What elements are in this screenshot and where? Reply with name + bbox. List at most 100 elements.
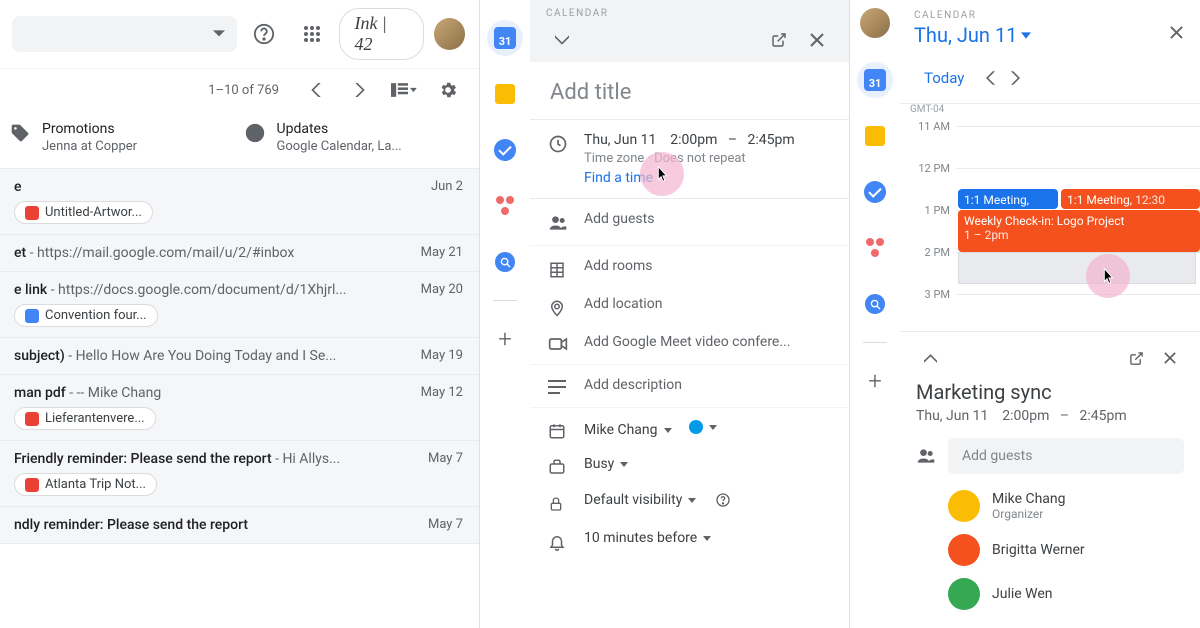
hour-label: 3 PM [910,288,950,301]
meet-row[interactable]: Add Google Meet video confere... [530,322,849,365]
prev-day-icon[interactable] [982,67,999,89]
collapse-icon[interactable] [546,24,578,56]
split-pane-icon[interactable] [391,77,417,103]
close-icon[interactable] [1162,18,1190,46]
email-preview: - https://docs.google.com/document/d/1Xh… [47,282,346,298]
chip-text: Atlanta Trip Not... [45,477,146,492]
guest-search-input[interactable]: Add guests [948,438,1184,474]
detail-title[interactable]: Marketing sync [916,380,1184,404]
user-avatar[interactable] [432,16,467,52]
next-page-icon[interactable] [347,77,373,103]
email-row[interactable]: Jun 2 e Untitled-Artwor... [0,169,479,235]
attachment-chip[interactable]: Untitled-Artwor... [14,201,153,224]
guest-row[interactable]: Brigitta Werner [948,528,1184,572]
panel-section-label: CALENDAR [546,8,608,19]
apps-grid-icon[interactable] [292,14,331,54]
event-title: 1:1 Meeting, [1067,193,1132,207]
rail-keep[interactable] [487,76,523,112]
location-row[interactable]: Add location [530,284,849,322]
collapse-detail-icon[interactable] [916,344,944,372]
rail-search[interactable] [487,244,523,280]
open-external-icon[interactable] [1122,344,1150,372]
guests-row[interactable]: Add guests [530,199,849,246]
account-switcher[interactable] [12,16,237,52]
owner-name: Mike Chang [584,422,658,438]
time-row[interactable]: Thu, Jun 11 2:00pm – 2:45pm Time zone · … [530,120,849,170]
rail-add[interactable]: + [487,321,523,357]
prev-page-icon[interactable] [303,77,329,103]
briefcase-icon [548,458,568,476]
visibility-row[interactable]: Default visibility [530,480,849,518]
email-row[interactable]: May 19 subject) - Hello How Are You Doin… [0,338,479,375]
email-row[interactable]: May 20 e link - https://docs.google.com/… [0,272,479,338]
help-small-icon[interactable] [715,492,731,508]
attachment-chip[interactable]: Atlanta Trip Not... [14,473,157,496]
new-event-slot[interactable] [958,252,1196,284]
next-day-icon[interactable] [1007,67,1024,89]
email-row[interactable]: May 12 man pdf - -- Mike Chang Lieferant… [0,375,479,441]
busy-row[interactable]: Busy [530,444,849,480]
category-title: Promotions [42,121,137,137]
email-row[interactable]: May 7 ndly reminder: Please send the rep… [0,507,479,544]
email-date: May 7 [428,451,463,466]
event-weekly[interactable]: Weekly Check-in: Logo Project 1 – 2pm [958,210,1200,252]
event-meeting-blue[interactable]: 1:1 Meeting, 12:30p [958,189,1058,209]
user-avatar-2[interactable] [858,6,892,40]
settings-gear-icon[interactable] [435,77,461,103]
calendar-small-icon [548,422,568,440]
event-title: Weekly Check-in: Logo Project [964,214,1194,228]
guest-avatar [948,578,980,610]
open-external-icon[interactable] [763,24,795,56]
event-meeting-orange[interactable]: 1:1 Meeting, 12:30 [1061,189,1200,209]
email-row[interactable]: May 21 et - https://mail.google.com/mail… [0,235,479,272]
rail-search[interactable] [857,286,893,322]
rail-add[interactable]: + [857,363,893,399]
rail-tasks[interactable] [857,174,893,210]
pdf-icon [25,206,39,220]
category-tabs: Promotions Jenna at Copper Updates Googl… [0,111,479,169]
dash: – [728,132,737,148]
close-icon[interactable] [801,24,833,56]
rail-calendar[interactable]: 31 [487,20,523,56]
email-subject: man pdf [14,385,66,401]
guest-name: Brigitta Werner [992,542,1085,558]
calendar-icon: 31 [864,69,886,91]
video-icon [548,336,568,352]
attachment-chip[interactable]: Convention four... [14,304,158,327]
rooms-row[interactable]: Add rooms [530,246,849,284]
rail-asana[interactable] [487,188,523,224]
timezone-label: GMT-04 [910,104,944,115]
help-icon[interactable] [245,14,284,54]
rail-asana[interactable] [857,230,893,266]
rail-calendar[interactable]: 31 [857,62,893,98]
time-grid[interactable]: GMT-04 11 AM 12 PM 1 PM 2 PM 3 PM 1:1 Me… [906,104,1200,331]
email-date: May 21 [421,245,463,260]
panel-topbar: CALENDAR [530,0,849,62]
add-location-text: Add location [584,296,831,312]
today-button[interactable]: Today [914,63,974,93]
reminder-row[interactable]: 10 minutes before [530,518,849,556]
calendar-date-selector[interactable]: Thu, Jun 11 [914,23,1186,47]
description-icon [548,379,568,395]
bell-icon [548,532,568,552]
event-date: Thu, Jun 11 [584,132,656,148]
email-row[interactable]: May 7 Friendly reminder: Please send the… [0,441,479,507]
color-dot [689,420,703,434]
description-row[interactable]: Add description [530,365,849,408]
guest-row[interactable]: Julie Wen [948,572,1184,616]
calendar-owner-row[interactable]: Mike Chang [530,408,849,444]
event-color-picker[interactable] [689,420,717,434]
rail-keep[interactable] [857,118,893,154]
category-promotions[interactable]: Promotions Jenna at Copper [10,121,235,154]
guest-row[interactable]: Mike Chang Organizer [948,484,1184,528]
add-guests-text: Add guests [584,211,831,227]
category-updates[interactable]: Updates Google Calendar, La... [245,121,470,154]
email-subject: subject) [14,348,65,364]
calendar-view-pane: 31 + CALENDAR Thu, Jun 11 Today GMT-04 1… [850,0,1200,628]
rail-tasks[interactable] [487,132,523,168]
attachment-chip[interactable]: Lieferantenvere... [14,407,156,430]
event-title-input[interactable]: Add title [530,62,849,120]
find-time-link[interactable]: Find a time [530,170,849,199]
side-rail: 31 + [480,0,530,628]
close-detail-icon[interactable] [1156,344,1184,372]
